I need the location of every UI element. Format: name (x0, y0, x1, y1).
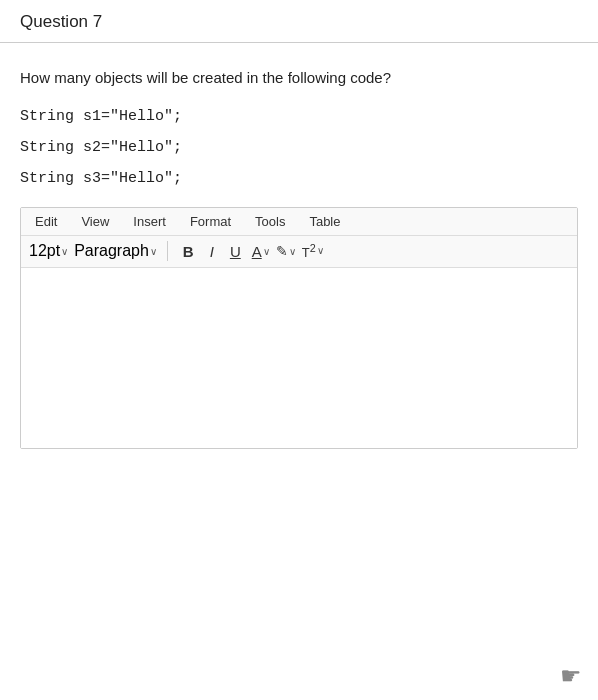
editor-content[interactable] (21, 268, 577, 448)
font-color-selector[interactable]: A ∨ (252, 243, 270, 260)
superscript-label: T2 (302, 242, 316, 260)
menu-tools[interactable]: Tools (251, 212, 289, 231)
cursor-icon: ☛ (560, 662, 582, 690)
code-line-2: String s2="Hello"; (20, 139, 578, 156)
toolbar-divider-1 (167, 241, 168, 261)
menu-edit[interactable]: Edit (31, 212, 61, 231)
font-color-icon: A (252, 243, 262, 260)
menu-format[interactable]: Format (186, 212, 235, 231)
menu-insert[interactable]: Insert (129, 212, 170, 231)
toolbar: 12pt ∨ Paragraph ∨ B I U (21, 236, 577, 268)
font-size-value: 12pt (29, 242, 60, 260)
question-text: How many objects will be created in the … (20, 67, 578, 90)
superscript-chevron: ∨ (317, 245, 324, 256)
underline-button[interactable]: U (225, 241, 246, 262)
superscript-selector[interactable]: T2 ∨ (302, 242, 324, 260)
menu-view[interactable]: View (77, 212, 113, 231)
font-color-chevron: ∨ (263, 246, 270, 257)
font-size-selector[interactable]: 12pt ∨ (29, 242, 68, 260)
bold-button[interactable]: B (178, 241, 199, 262)
question-title: Question 7 (20, 12, 102, 31)
paragraph-selector[interactable]: Paragraph ∨ (74, 242, 157, 260)
paragraph-chevron: ∨ (150, 246, 157, 257)
highlight-chevron: ∨ (289, 246, 296, 257)
highlight-selector[interactable]: ✎ ∨ (276, 243, 296, 259)
code-line-3: String s3="Hello"; (20, 170, 578, 187)
code-line-1: String s1="Hello"; (20, 108, 578, 125)
hand-cursor-icon: ☛ (560, 662, 582, 689)
font-color-label: A (252, 243, 262, 260)
font-size-chevron: ∨ (61, 246, 68, 257)
editor-wrapper: Edit View Insert Format Tools Table 12pt… (20, 207, 578, 449)
italic-button[interactable]: I (205, 241, 219, 262)
pencil-icon: ✎ (276, 243, 288, 259)
page-bottom: ☛ (0, 465, 598, 701)
page-container: Question 7 How many objects will be crea… (0, 0, 598, 700)
question-header: Question 7 (0, 0, 598, 43)
paragraph-value: Paragraph (74, 242, 149, 260)
menu-bar: Edit View Insert Format Tools Table (21, 208, 577, 236)
question-body: How many objects will be created in the … (0, 43, 598, 465)
menu-table[interactable]: Table (305, 212, 344, 231)
